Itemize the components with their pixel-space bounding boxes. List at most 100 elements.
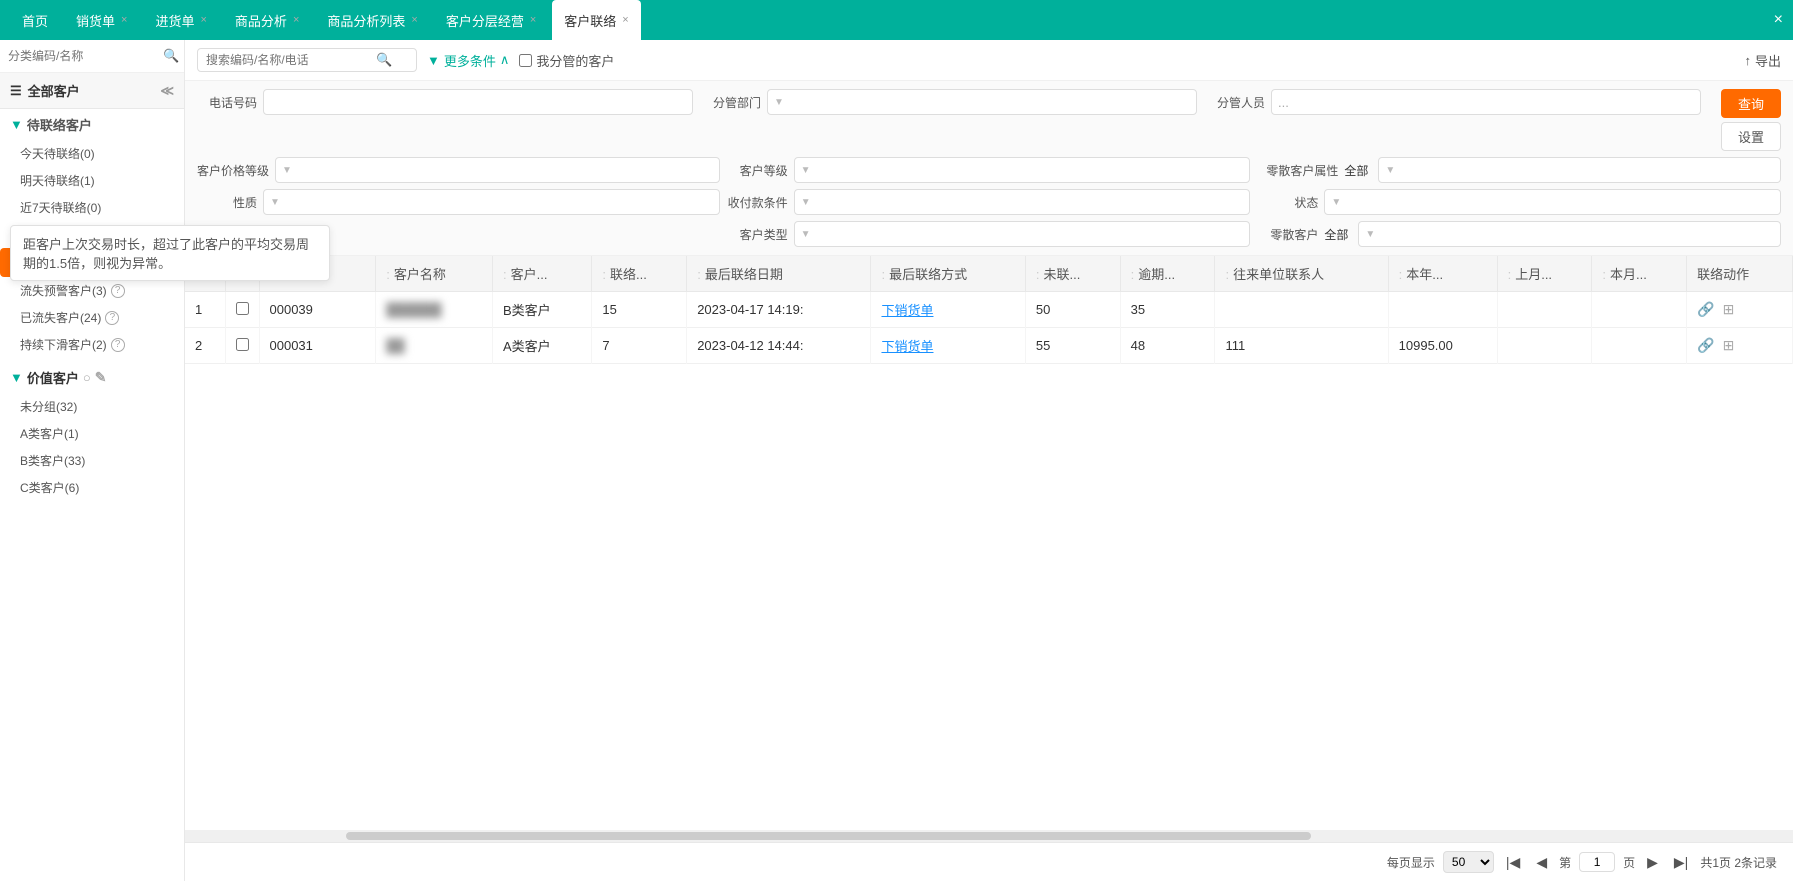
customer-table: ⚙ 客户编码 客户名称 客户... 联络... 最后联络日期 最后联络方式 未联…	[185, 256, 1793, 364]
triangle-icon: ▼	[10, 117, 23, 132]
filter-price-select[interactable]: ▼	[275, 157, 720, 183]
cell-seq-1: 1	[185, 292, 225, 328]
more-conditions-label: 更多条件	[444, 51, 496, 70]
row1-checkbox[interactable]	[236, 302, 249, 315]
col-customer-type[interactable]: 客户...	[493, 256, 592, 292]
sidebar-item-tomorrow-contact[interactable]: 明天待联络(1)	[0, 167, 184, 194]
tab-product-list-close[interactable]: ×	[411, 14, 417, 26]
filter-person-label: 分管人员	[1205, 94, 1265, 111]
row2-link-icon[interactable]: 🔗	[1697, 337, 1714, 354]
col-company-contact[interactable]: 往来单位联系人	[1215, 256, 1388, 292]
first-page-button[interactable]: |◀	[1502, 852, 1524, 873]
sidebar-item-week-contact[interactable]: 近7天待联络(0)	[0, 194, 184, 221]
per-page-select[interactable]: 50 100 200	[1443, 851, 1494, 873]
value-edit-icon[interactable]: ○	[83, 370, 91, 385]
tab-product-analysis[interactable]: 商品分析 ×	[223, 0, 311, 40]
tab-customer-layered-close[interactable]: ×	[530, 14, 536, 26]
tab-sales-order-close[interactable]: ×	[121, 14, 127, 26]
sidebar-item-c-class[interactable]: C类客户(6)	[0, 474, 184, 501]
table-row: 2 000031 ██ A类客户 7 2023-04-12 14:44: 下销货…	[185, 328, 1793, 364]
col-uncontact-days[interactable]: 未联...	[1025, 256, 1120, 292]
sidebar-group-value: ▼ 价值客户 ○ ✎	[0, 362, 184, 393]
export-button[interactable]: ↑ 导出	[1744, 51, 1781, 70]
window-close-button[interactable]: ×	[1774, 11, 1783, 29]
method-link-1[interactable]: 下销货单	[881, 303, 933, 318]
cell-method-1: 下销货单	[871, 292, 1025, 328]
sidebar-item-a-class[interactable]: A类客户(1)	[0, 420, 184, 447]
cell-this-year-1	[1388, 292, 1497, 328]
sidebar-item-ungrouped[interactable]: 未分组(32)	[0, 393, 184, 420]
filter-status-select[interactable]: ▼	[1324, 189, 1781, 215]
query-button[interactable]: 查询	[1721, 89, 1781, 118]
sidebar-item-lost-warning[interactable]: 流失预警客户(3) ?	[0, 277, 184, 304]
horizontal-scrollbar[interactable]	[185, 830, 1793, 842]
sidebar-item-b-class[interactable]: B类客户(33)	[0, 447, 184, 474]
settings-button[interactable]: 设置	[1721, 122, 1781, 151]
tab-sales-order[interactable]: 销货单 ×	[64, 0, 139, 40]
value-settings-icon[interactable]: ✎	[95, 369, 107, 386]
filter-person-select[interactable]: ...	[1271, 89, 1701, 115]
sidebar-item-declining[interactable]: 持续下滑客户(2) ?	[0, 331, 184, 358]
tab-purchase-close[interactable]: ×	[200, 14, 206, 26]
my-customers-checkbox[interactable]	[519, 54, 532, 67]
next-page-button[interactable]: ▶	[1643, 852, 1662, 873]
per-page-label: 每页显示	[1387, 854, 1435, 871]
sidebar-group-waiting[interactable]: ▼ 待联络客户	[0, 109, 184, 140]
filter-phone-input[interactable]	[263, 89, 693, 115]
tab-product-analysis-close[interactable]: ×	[293, 14, 299, 26]
tab-product-analysis-list[interactable]: 商品分析列表 ×	[315, 0, 429, 40]
cell-contact-2: 7	[592, 328, 687, 364]
tab-customer-contact-close[interactable]: ×	[622, 14, 628, 26]
sidebar-search-input[interactable]	[8, 49, 163, 63]
sidebar-item-lost[interactable]: 已流失客户(24) ?	[0, 304, 184, 331]
main-layout: 🔍 ☰ 全部客户 ≪ ▼ 待联络客户 今天待联络(0) 明天待联络(1) 近7天…	[0, 40, 1793, 881]
sidebar-collapse-icon[interactable]: ≪	[160, 83, 174, 99]
customer-name-1: ██████	[386, 302, 441, 317]
cell-last-month-1	[1497, 292, 1592, 328]
filter-dept-select[interactable]: ▼	[767, 89, 1197, 115]
tab-purchase-order[interactable]: 进货单 ×	[143, 0, 218, 40]
filter-customer-type-select[interactable]: ▼	[794, 221, 1251, 247]
col-overdue[interactable]: 逾期...	[1120, 256, 1215, 292]
cell-actions-1: 🔗 ⊞	[1687, 292, 1793, 328]
row2-grid-icon[interactable]: ⊞	[1723, 337, 1735, 354]
scrollbar-thumb	[346, 832, 1311, 840]
tab-customer-layered[interactable]: 客户分层经营 ×	[434, 0, 548, 40]
col-customer-name[interactable]: 客户名称	[376, 256, 493, 292]
advanced-filter: 电话号码 分管部门 ▼ 分管人员	[185, 81, 1793, 256]
col-last-contact-method[interactable]: 最后联络方式	[871, 256, 1025, 292]
col-last-month[interactable]: 上月...	[1497, 256, 1592, 292]
tab-home[interactable]: 首页	[10, 0, 60, 40]
sidebar-search-icon[interactable]: 🔍	[163, 48, 179, 64]
filter-nature-select[interactable]: ▼	[263, 189, 720, 215]
row1-link-icon[interactable]: 🔗	[1697, 301, 1714, 318]
sidebar-item-today-contact[interactable]: 今天待联络(0)	[0, 140, 184, 167]
filter-payment-label: 收付款条件	[728, 194, 788, 211]
search-box: 🔍	[197, 48, 417, 72]
row2-checkbox[interactable]	[236, 338, 249, 351]
search-input[interactable]	[206, 53, 376, 67]
tab-customer-contact[interactable]: 客户联络 ×	[552, 0, 640, 40]
col-this-year[interactable]: 本年...	[1388, 256, 1497, 292]
tooltip-box: 距客户上次交易时长，超过了此客户的平均交易周期的1.5倍，则视为异常。	[10, 225, 330, 281]
filter-scatter-attr-select[interactable]: ▼	[1378, 157, 1781, 183]
search-icon[interactable]: 🔍	[376, 52, 392, 68]
page-number-input[interactable]	[1579, 852, 1615, 872]
method-link-2[interactable]: 下销货单	[881, 339, 933, 354]
my-customers-toggle[interactable]: 我分管的客户	[519, 51, 614, 70]
more-conditions-btn[interactable]: ▼ 更多条件 ∧	[427, 51, 509, 70]
filter-level-select[interactable]: ▼	[794, 157, 1251, 183]
last-page-button[interactable]: ▶|	[1670, 852, 1692, 873]
col-contact-count[interactable]: 联络...	[592, 256, 687, 292]
col-last-contact-date[interactable]: 最后联络日期	[687, 256, 871, 292]
prev-page-button[interactable]: ◀	[1532, 852, 1551, 873]
row1-grid-icon[interactable]: ⊞	[1723, 301, 1735, 318]
col-this-month[interactable]: 本月...	[1592, 256, 1687, 292]
cell-date-1: 2023-04-17 14:19:	[687, 292, 871, 328]
person-ellipsis-icon: ...	[1278, 95, 1289, 110]
all-customers-label: 全部客户	[28, 81, 80, 100]
cell-contact-1: 15	[592, 292, 687, 328]
filter-scatter-select[interactable]: ▼	[1358, 221, 1781, 247]
cell-uncontact-1: 50	[1025, 292, 1120, 328]
filter-payment-select[interactable]: ▼	[794, 189, 1251, 215]
